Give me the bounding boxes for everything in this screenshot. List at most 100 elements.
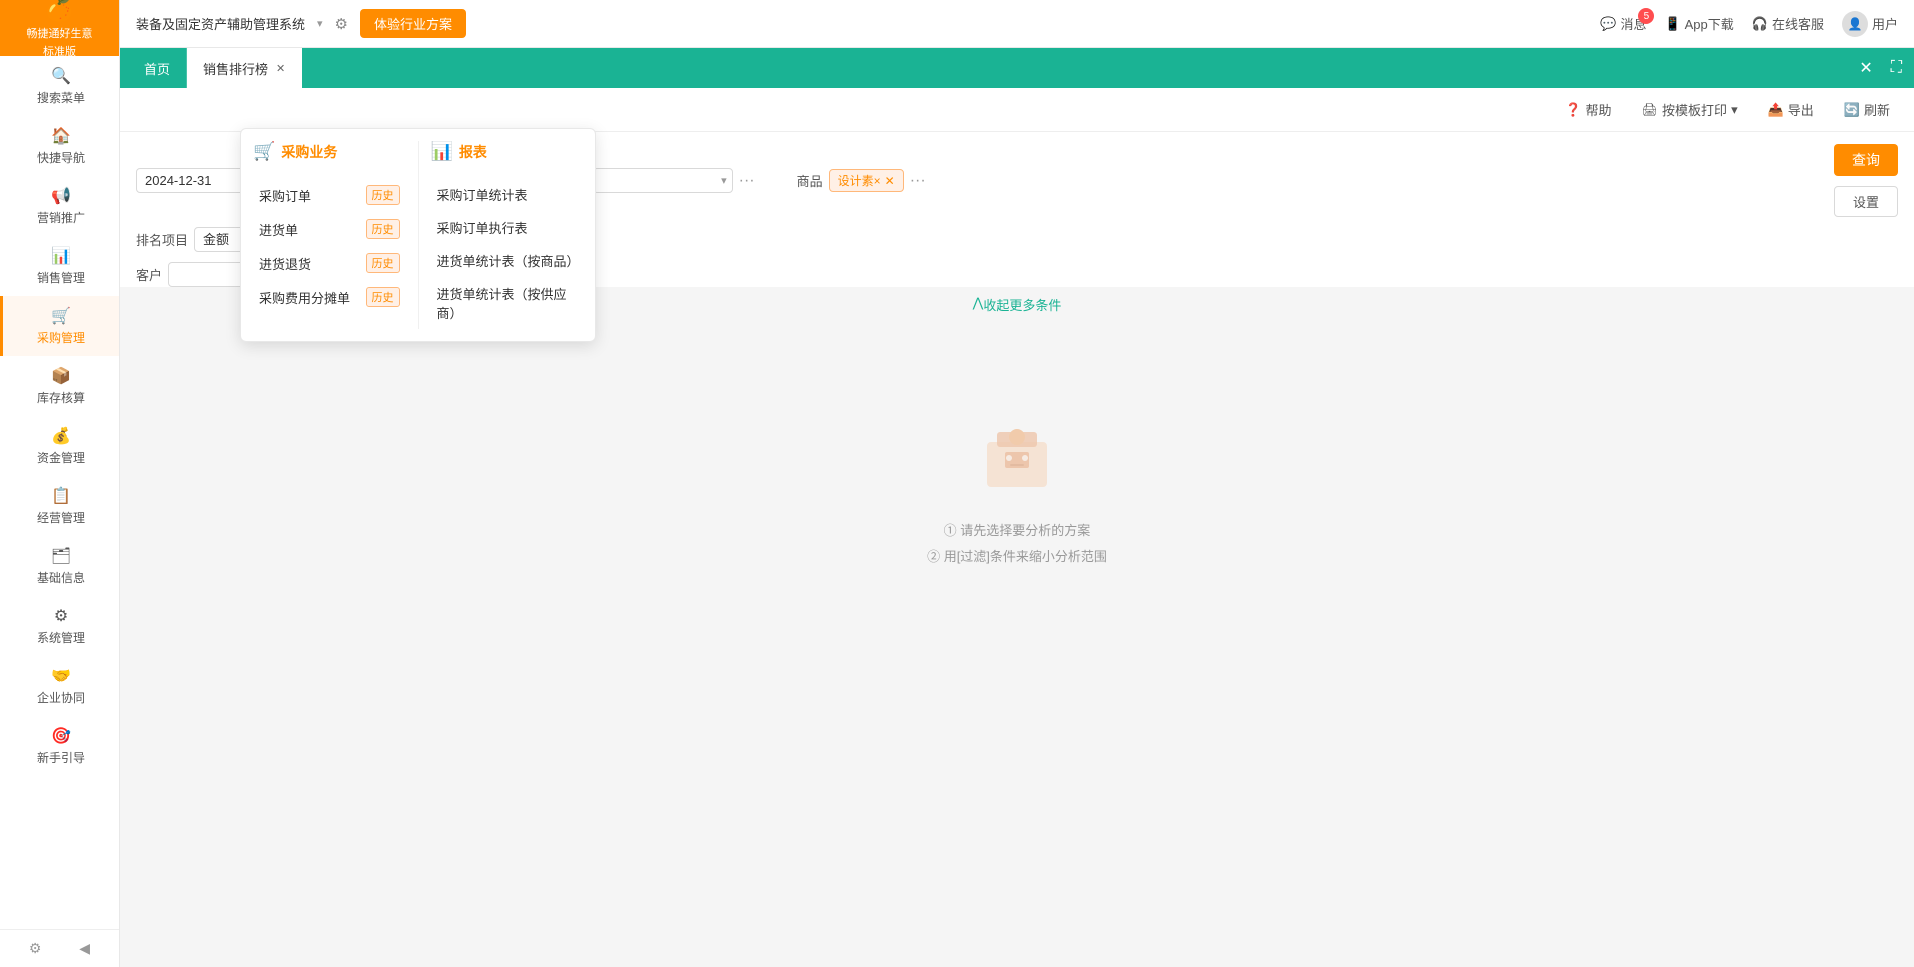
tab-sales-rank[interactable]: 销售排行榜 ✕	[187, 48, 302, 88]
tab-bar-actions: ✕ ⛶	[1855, 58, 1906, 78]
goods-more-icon[interactable]: ···	[910, 172, 926, 190]
report-item[interactable]: 进货单统计表（按商品）	[431, 244, 584, 277]
system-title: 装备及固定资产辅助管理系统	[136, 14, 305, 33]
gear-icon[interactable]: ⚙	[335, 15, 348, 33]
marketing-icon: 📢	[51, 186, 71, 206]
purchase-item[interactable]: 采购订单历史	[253, 178, 406, 212]
purchase-label: 采购管理	[37, 329, 85, 346]
help-icon: ❓	[1565, 102, 1581, 118]
export-btn[interactable]: 📤 导出	[1760, 96, 1822, 123]
print-btn[interactable]: 🖨 按模板打印 ▾	[1634, 96, 1746, 123]
page-toolbar: ❓ 帮助 🖨 按模板打印 ▾ 📤 导出 🔄 刷新	[120, 88, 1914, 132]
sales-icon: 📊	[51, 246, 71, 266]
tab-sales-rank-label: 销售排行榜	[203, 59, 268, 78]
online-service-label: 在线客服	[1772, 14, 1824, 33]
customer-label: 客户	[136, 265, 162, 284]
tab-close-all-icon[interactable]: ✕	[1855, 58, 1876, 78]
doc-status-select[interactable]	[593, 168, 733, 193]
refresh-icon: 🔄	[1844, 102, 1860, 118]
tab-fullscreen-icon[interactable]: ⛶	[1887, 59, 1906, 77]
user-btn[interactable]: 👤 用户	[1842, 11, 1898, 37]
user-label: 用户	[1872, 14, 1898, 33]
doc-status-select-wrapper	[593, 168, 733, 193]
purchase-col: 🛒 采购业务 采购订单历史进货单历史进货退货历史采购费用分摊单历史	[241, 141, 418, 329]
sidebar-nav: 🔍 搜索菜单🏠 快捷导航📢 营销推广📊 销售管理🛒 采购管理📦 库存核算💰 资金…	[0, 56, 119, 776]
report-items: 采购订单统计表采购订单执行表进货单统计表（按商品）进货单统计表（按供应商）	[431, 178, 584, 329]
purchase-item[interactable]: 进货单历史	[253, 212, 406, 246]
sidebar-item-guide[interactable]: 🎯 新手引导	[0, 716, 119, 776]
operations-icon: 📋	[51, 486, 71, 506]
sidebar-item-marketing[interactable]: 📢 营销推广	[0, 176, 119, 236]
basic-label: 基础信息	[37, 569, 85, 586]
help-label: 帮助	[1586, 100, 1612, 119]
online-service-btn[interactable]: 🎧 在线客服	[1752, 14, 1824, 33]
query-action-group: 查询 设置	[1834, 144, 1898, 217]
empty-tip-2: ② 用[过滤]条件来缩小分析范围	[927, 544, 1107, 570]
sidebar-logo: 🍊 畅捷通好生意 标准版	[0, 0, 119, 56]
report-item[interactable]: 采购订单统计表	[431, 178, 584, 211]
sidebar-item-system[interactable]: ⚙ 系统管理	[0, 596, 119, 656]
sidebar-item-basic[interactable]: 🗂 基础信息	[0, 536, 119, 596]
marketing-label: 营销推广	[37, 209, 85, 226]
goods-tag-text: 设计素×	[838, 172, 881, 189]
logo-text: 畅捷通好生意	[27, 25, 93, 41]
chevron-up-icon: ⋀	[973, 295, 984, 314]
purchase-col-title-text: 采购业务	[281, 142, 337, 162]
report-item[interactable]: 采购订单执行表	[431, 211, 584, 244]
goods-tag: 设计素× ✕	[829, 169, 904, 192]
top-header: 装备及固定资产辅助管理系统 ▾ ⚙ 体验行业方案 💬 5 消息 📱 App下载 …	[120, 0, 1914, 48]
empty-tip-1: ① 请先选择要分析的方案	[944, 518, 1091, 544]
dropdown-arrow-icon[interactable]: ▾	[317, 17, 323, 30]
collapse-text: 收起更多条件	[983, 295, 1061, 314]
collapse-icon[interactable]: ◀	[79, 940, 90, 957]
sidebar-item-search[interactable]: 🔍 搜索菜单	[0, 56, 119, 116]
settings-icon[interactable]: ⚙	[29, 940, 42, 957]
history-badge: 历史	[366, 185, 400, 205]
goods-tag-close-icon[interactable]: ✕	[885, 174, 895, 188]
goods-label: 商品	[797, 171, 823, 190]
print-dropdown-icon[interactable]: ▾	[1731, 102, 1738, 118]
finance-label: 资金管理	[37, 449, 85, 466]
refresh-btn[interactable]: 🔄 刷新	[1836, 96, 1898, 123]
query-button[interactable]: 查询	[1834, 144, 1898, 176]
sidebar-item-purchase[interactable]: 🛒 采购管理	[0, 296, 119, 356]
message-icon: 💬	[1600, 16, 1616, 32]
sidebar-item-quick[interactable]: 🏠 快捷导航	[0, 116, 119, 176]
purchase-item[interactable]: 进货退货历史	[253, 246, 406, 280]
sidebar-item-operations[interactable]: 📋 经营管理	[0, 476, 119, 536]
sidebar-item-sales[interactable]: 📊 销售管理	[0, 236, 119, 296]
sidebar-item-inventory[interactable]: 📦 库存核算	[0, 356, 119, 416]
enterprise-icon: 🤝	[51, 666, 71, 686]
purchase-col-title: 🛒 采购业务	[253, 141, 406, 168]
report-col: 📊 报表 采购订单统计表采购订单执行表进货单统计表（按商品）进货单统计表（按供应…	[418, 141, 596, 329]
purchase-icon: 🛒	[253, 141, 275, 162]
print-label: 按模板打印	[1662, 100, 1727, 119]
quick-icon: 🏠	[51, 126, 71, 146]
main-content: 装备及固定资产辅助管理系统 ▾ ⚙ 体验行业方案 💬 5 消息 📱 App下载 …	[120, 0, 1914, 967]
doc-status-more-icon[interactable]: ···	[739, 172, 755, 190]
sidebar-footer: ⚙ ◀	[0, 929, 119, 967]
sidebar-item-finance[interactable]: 💰 资金管理	[0, 416, 119, 476]
industry-btn[interactable]: 体验行业方案	[360, 9, 466, 38]
phone-icon: 📱	[1664, 16, 1680, 32]
refresh-label: 刷新	[1864, 100, 1890, 119]
history-badge: 历史	[366, 287, 400, 307]
app-download-btn[interactable]: 📱 App下载	[1664, 14, 1733, 33]
sidebar: 🍊 畅捷通好生意 标准版 🔍 搜索菜单🏠 快捷导航📢 营销推广📊 销售管理🛒 采…	[0, 0, 120, 967]
guide-label: 新手引导	[37, 749, 85, 766]
tab-close-icon[interactable]: ✕	[276, 62, 285, 75]
header-right: 💬 5 消息 📱 App下载 🎧 在线客服 👤 用户	[1600, 11, 1898, 37]
purchase-item[interactable]: 采购费用分摊单历史	[253, 280, 406, 314]
system-label: 系统管理	[37, 629, 85, 646]
purchase-dropdown-menu: 🛒 采购业务 采购订单历史进货单历史进货退货历史采购费用分摊单历史 📊 报表 采…	[240, 128, 596, 342]
tab-home[interactable]: 首页	[128, 48, 187, 88]
sidebar-item-enterprise[interactable]: 🤝 企业协同	[0, 656, 119, 716]
export-label: 导出	[1788, 100, 1814, 119]
report-item[interactable]: 进货单统计表（按供应商）	[431, 277, 584, 329]
basic-icon: 🗂	[51, 546, 71, 566]
help-btn[interactable]: ❓ 帮助	[1557, 96, 1619, 123]
message-badge: 5	[1638, 8, 1654, 24]
headset-icon: 🎧	[1752, 16, 1768, 32]
setting-button[interactable]: 设置	[1834, 186, 1898, 217]
message-btn[interactable]: 💬 5 消息	[1600, 14, 1646, 33]
